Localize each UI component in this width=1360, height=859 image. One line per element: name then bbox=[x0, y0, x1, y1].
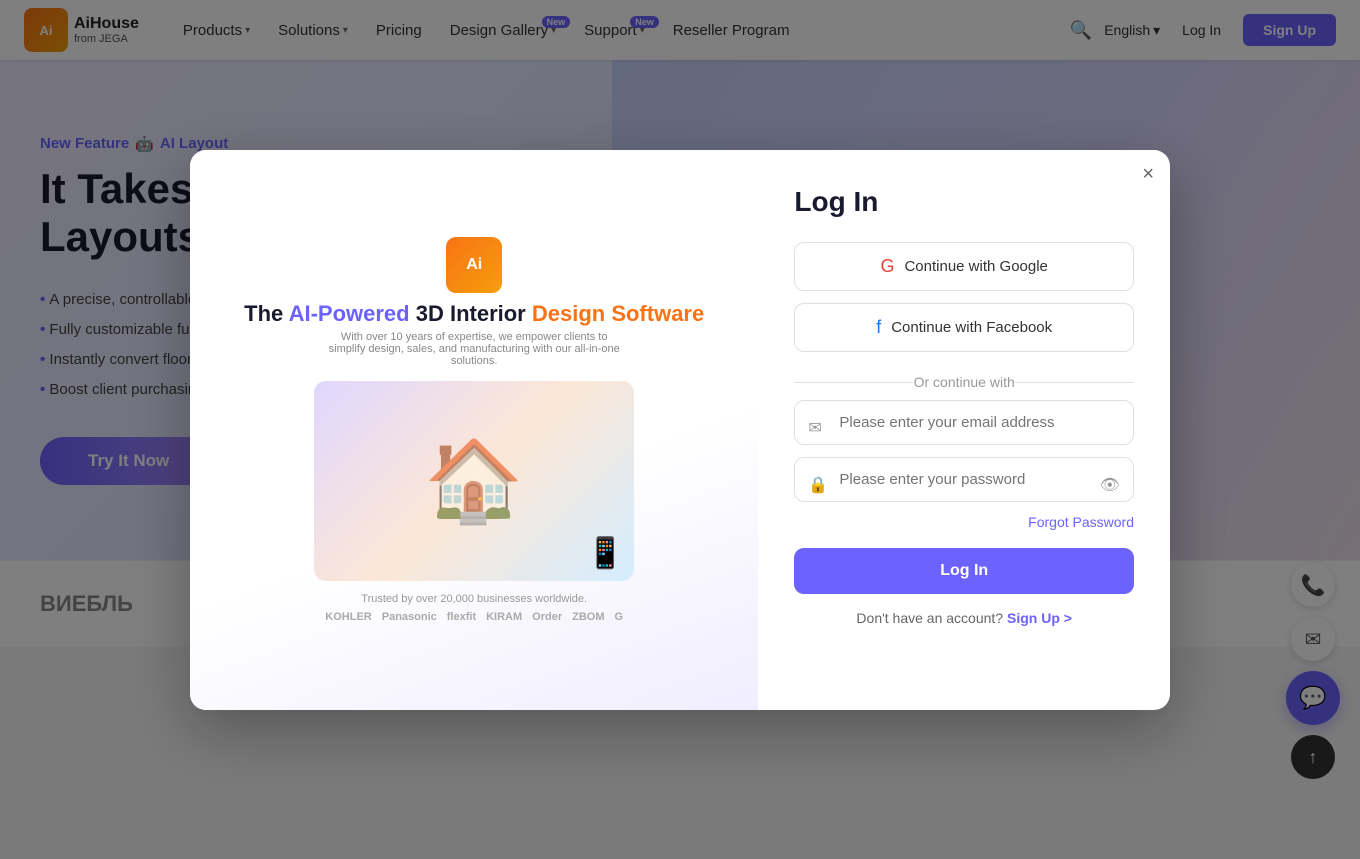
modal-left-panel: Ai The AI-Powered 3D Interior Design Sof… bbox=[190, 150, 758, 710]
brand-flexfit: flexfit bbox=[447, 611, 476, 623]
modal-logo: Ai bbox=[446, 237, 502, 293]
modal-sub: With over 10 years of expertise, we empo… bbox=[324, 331, 624, 367]
email-icon: ✉ bbox=[808, 418, 821, 438]
modal-title: Log In bbox=[794, 186, 1134, 218]
forgot-password-link[interactable]: Forgot Password bbox=[794, 514, 1134, 530]
password-input[interactable] bbox=[794, 457, 1134, 502]
modal-right-panel: × Log In G Continue with Google f Contin… bbox=[758, 150, 1170, 710]
brand-g: G bbox=[615, 611, 624, 623]
signup-link[interactable]: Sign Up > bbox=[1007, 610, 1072, 626]
close-button[interactable]: × bbox=[1142, 164, 1154, 184]
signup-row: Don't have an account? Sign Up > bbox=[794, 610, 1134, 626]
brand-order: Order bbox=[532, 611, 562, 623]
divider: Or continue with bbox=[794, 374, 1134, 390]
facebook-login-button[interactable]: f Continue with Facebook bbox=[794, 303, 1134, 352]
modal-brands: KOHLER Panasonic flexfit KIRAM Order ZBO… bbox=[325, 611, 623, 623]
modal-trusted: Trusted by over 20,000 businesses worldw… bbox=[361, 593, 587, 605]
modal-overlay[interactable]: Ai The AI-Powered 3D Interior Design Sof… bbox=[0, 0, 1360, 859]
login-button[interactable]: Log In bbox=[794, 548, 1134, 594]
login-modal: Ai The AI-Powered 3D Interior Design Sof… bbox=[190, 150, 1170, 710]
brand-zbom: ZBOM bbox=[572, 611, 604, 623]
brand-panasonic: Panasonic bbox=[382, 611, 437, 623]
facebook-icon: f bbox=[876, 317, 881, 338]
email-field-wrapper: ✉ bbox=[794, 400, 1134, 457]
lock-icon: 🔒 bbox=[808, 475, 828, 495]
password-field-wrapper: 🔒 👁 bbox=[794, 457, 1134, 514]
email-input[interactable] bbox=[794, 400, 1134, 445]
toggle-password-icon[interactable]: 👁 bbox=[1100, 475, 1120, 495]
brand-kohler: KOHLER bbox=[325, 611, 371, 623]
brand-kiram: KIRAM bbox=[486, 611, 522, 623]
google-login-button[interactable]: G Continue with Google bbox=[794, 242, 1134, 291]
modal-tagline: The AI-Powered 3D Interior Design Softwa… bbox=[244, 301, 704, 327]
modal-3d-visual: 🏠 📱 bbox=[314, 381, 634, 581]
google-icon: G bbox=[880, 256, 894, 277]
